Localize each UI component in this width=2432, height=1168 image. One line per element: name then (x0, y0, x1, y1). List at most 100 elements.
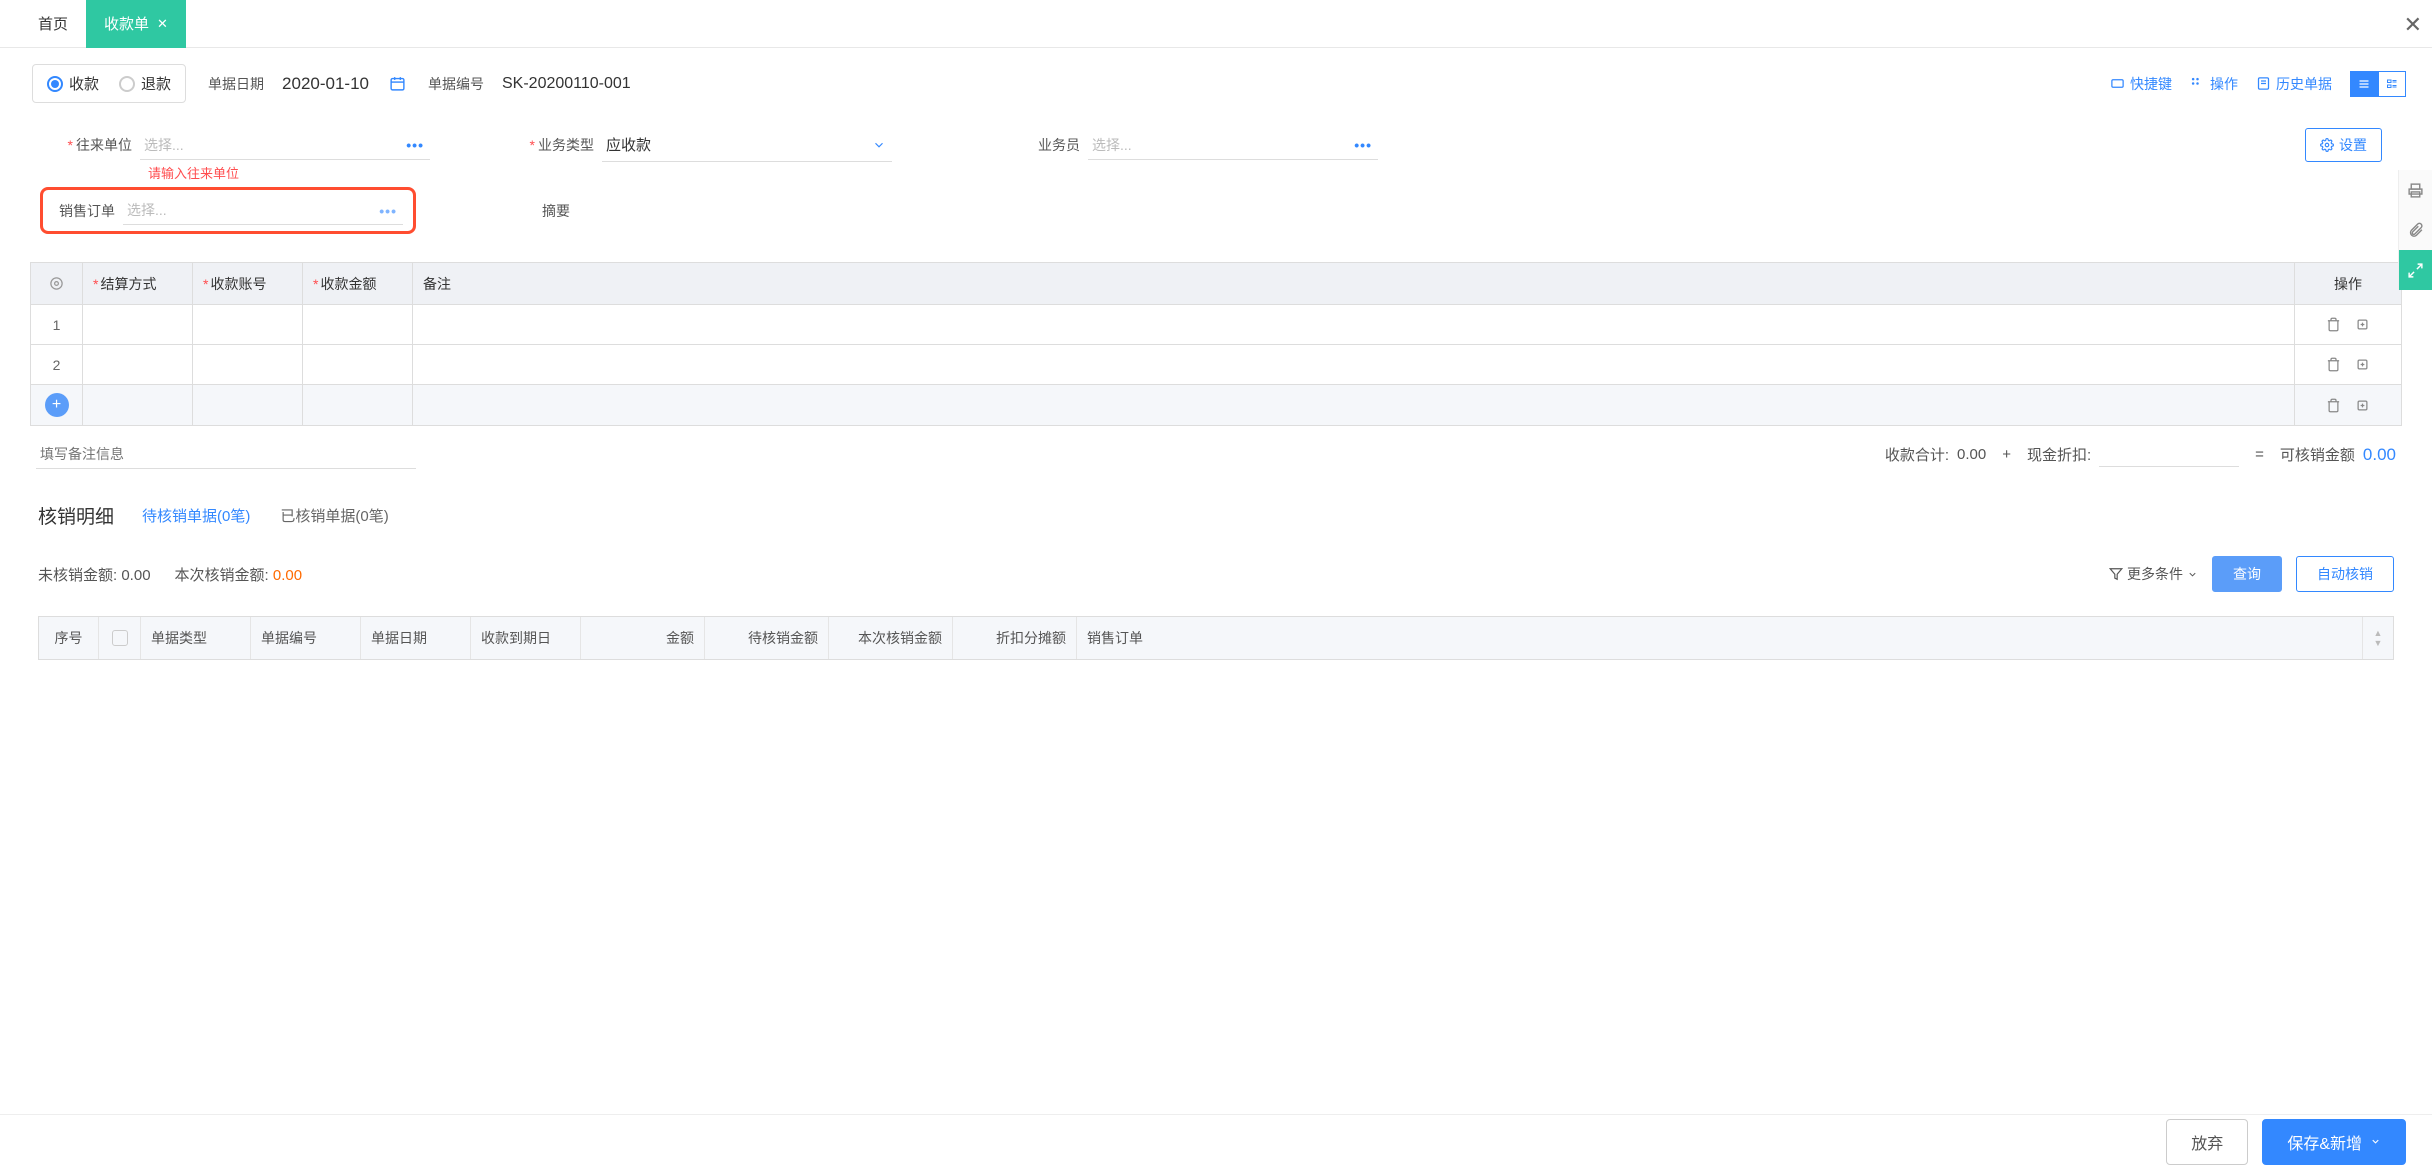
side-icons (2398, 170, 2432, 290)
salesman-input[interactable] (1088, 131, 1378, 160)
wth-seq: 序号 (39, 617, 99, 659)
radio-receive-label: 收款 (69, 73, 99, 94)
writeoff-table: 序号 单据类型 单据编号 单据日期 收款到期日 金额 待核销金额 本次核销金额 … (38, 616, 2394, 660)
copy-icon[interactable] (2355, 357, 2370, 372)
delete-icon[interactable] (2326, 357, 2341, 372)
copy-icon[interactable] (2355, 317, 2370, 332)
tab-receipt[interactable]: 收款单 ✕ (86, 0, 186, 48)
wth-type: 单据类型 (141, 617, 251, 659)
writeoffable-label: 可核销金额 (2280, 444, 2355, 465)
summary-field: 摘要 (528, 197, 878, 225)
th-account: *收款账号 (193, 263, 303, 304)
chevron-down-icon[interactable] (872, 138, 886, 152)
writeoff-title: 核销明细 (38, 502, 114, 529)
doc-date-value[interactable]: 2020-01-10 (282, 74, 369, 94)
toolbar: 收款 退款 单据日期 2020-01-10 单据编号 SK-20200110-0… (0, 48, 2432, 115)
cur-writeoff-label: 本次核销金额: (175, 567, 269, 584)
tab-pending-writeoff[interactable]: 待核销单据(0笔) (140, 501, 252, 530)
calendar-icon[interactable] (389, 75, 406, 92)
close-all-icon[interactable]: ✕ (2404, 12, 2422, 38)
copy-icon[interactable] (2355, 398, 2370, 413)
writeoffable-value: 0.00 (2363, 445, 2396, 465)
auto-writeoff-button[interactable]: 自动核销 (2296, 556, 2394, 592)
table-footer: + (31, 385, 2401, 425)
wth-amount: 金额 (581, 617, 705, 659)
salesman-field: 业务员 ••• (998, 131, 1378, 160)
writeoff-table-header: 序号 单据类型 单据编号 单据日期 收款到期日 金额 待核销金额 本次核销金额 … (39, 617, 2393, 659)
sort-icon[interactable]: ▲▼ (2363, 617, 2393, 659)
wth-disc: 折扣分摊额 (953, 617, 1077, 659)
operations-link[interactable]: 操作 (2190, 74, 2238, 94)
radio-refund[interactable]: 退款 (119, 73, 171, 94)
add-row-button[interactable]: + (45, 393, 69, 417)
tab-done-writeoff[interactable]: 已核销单据(0笔) (278, 501, 390, 530)
wth-pending: 待核销金额 (705, 617, 829, 659)
wth-current: 本次核销金额 (829, 617, 953, 659)
wth-num: 单据编号 (251, 617, 361, 659)
more-icon[interactable]: ••• (1354, 137, 1372, 153)
radio-unchecked-icon (119, 76, 135, 92)
doc-no-label: 单据编号 (428, 74, 484, 94)
radio-receive[interactable]: 收款 (47, 73, 99, 94)
partner-label: 往来单位 (50, 135, 140, 155)
cancel-button[interactable]: 放弃 (2166, 1119, 2248, 1165)
bustype-value[interactable]: 应收款 (602, 128, 892, 162)
more-icon[interactable]: ••• (379, 203, 397, 219)
footer-bar: 放弃 保存&新增 (0, 1114, 2432, 1168)
gear-header-icon[interactable] (31, 263, 83, 304)
summary-label: 摘要 (528, 201, 578, 221)
partner-input[interactable] (140, 131, 430, 160)
remark-input[interactable] (36, 440, 416, 469)
close-icon[interactable]: ✕ (157, 16, 168, 32)
history-link[interactable]: 历史单据 (2256, 74, 2332, 94)
view-form-button[interactable] (2378, 71, 2406, 97)
select-all-checkbox[interactable] (112, 630, 128, 646)
wth-salesorder: 销售订单 (1077, 617, 2363, 659)
delete-icon[interactable] (2326, 317, 2341, 332)
th-action: 操作 (2295, 263, 2401, 304)
more-icon[interactable]: ••• (406, 137, 424, 153)
settings-button[interactable]: 设置 (2305, 128, 2382, 162)
sales-order-input[interactable] (123, 196, 403, 225)
row-num: 2 (31, 345, 83, 384)
summary-input[interactable] (578, 197, 878, 225)
save-new-button[interactable]: 保存&新增 (2262, 1119, 2406, 1165)
bustype-label: 业务类型 (512, 135, 602, 155)
radio-refund-label: 退款 (141, 73, 171, 94)
tab-home[interactable]: 首页 (20, 0, 86, 48)
receipt-total-label: 收款合计: (1885, 444, 1949, 465)
discount-input[interactable] (2099, 443, 2239, 467)
row-num: 1 (31, 305, 83, 344)
sales-order-highlight: 销售订单 ••• (40, 187, 416, 234)
tab-receipt-label: 收款单 (104, 13, 149, 34)
bustype-field: 业务类型 应收款 (512, 128, 892, 162)
view-toggle (2350, 71, 2406, 97)
radio-checked-icon (47, 76, 63, 92)
receipt-type-radio-group: 收款 退款 (32, 64, 186, 103)
table-row[interactable]: 1 (31, 305, 2401, 345)
salesman-label: 业务员 (998, 135, 1088, 155)
delete-icon[interactable] (2326, 398, 2341, 413)
writeoff-section: 核销明细 待核销单据(0笔) 已核销单据(0笔) 未核销金额: 0.00 本次核… (0, 483, 2432, 602)
th-amount: *收款金额 (303, 263, 413, 304)
shortcuts-label: 快捷键 (2130, 74, 2172, 94)
th-remark: 备注 (413, 263, 2295, 304)
print-icon[interactable] (2398, 170, 2432, 210)
wth-due: 收款到期日 (471, 617, 581, 659)
discount-label: 现金折扣: (2027, 444, 2091, 465)
settings-label: 设置 (2339, 135, 2367, 155)
receipt-total-value: 0.00 (1957, 446, 1986, 463)
tabs-bar: 首页 收款单 ✕ ✕ (0, 0, 2432, 48)
partner-field: 往来单位 ••• 请输入往来单位 (50, 131, 430, 160)
cur-writeoff-value: 0.00 (273, 567, 302, 584)
expand-icon[interactable] (2398, 250, 2432, 290)
attach-icon[interactable] (2398, 210, 2432, 250)
table-row[interactable]: 2 (31, 345, 2401, 385)
view-list-button[interactable] (2350, 71, 2378, 97)
table-header: *结算方式 *收款账号 *收款金额 备注 操作 (31, 263, 2401, 305)
more-filters-link[interactable]: 更多条件 (2109, 564, 2198, 584)
th-settle: *结算方式 (83, 263, 193, 304)
query-button[interactable]: 查询 (2212, 556, 2282, 592)
receipt-lines-table: *结算方式 *收款账号 *收款金额 备注 操作 1 2 + (30, 262, 2402, 426)
shortcuts-link[interactable]: 快捷键 (2110, 74, 2172, 94)
